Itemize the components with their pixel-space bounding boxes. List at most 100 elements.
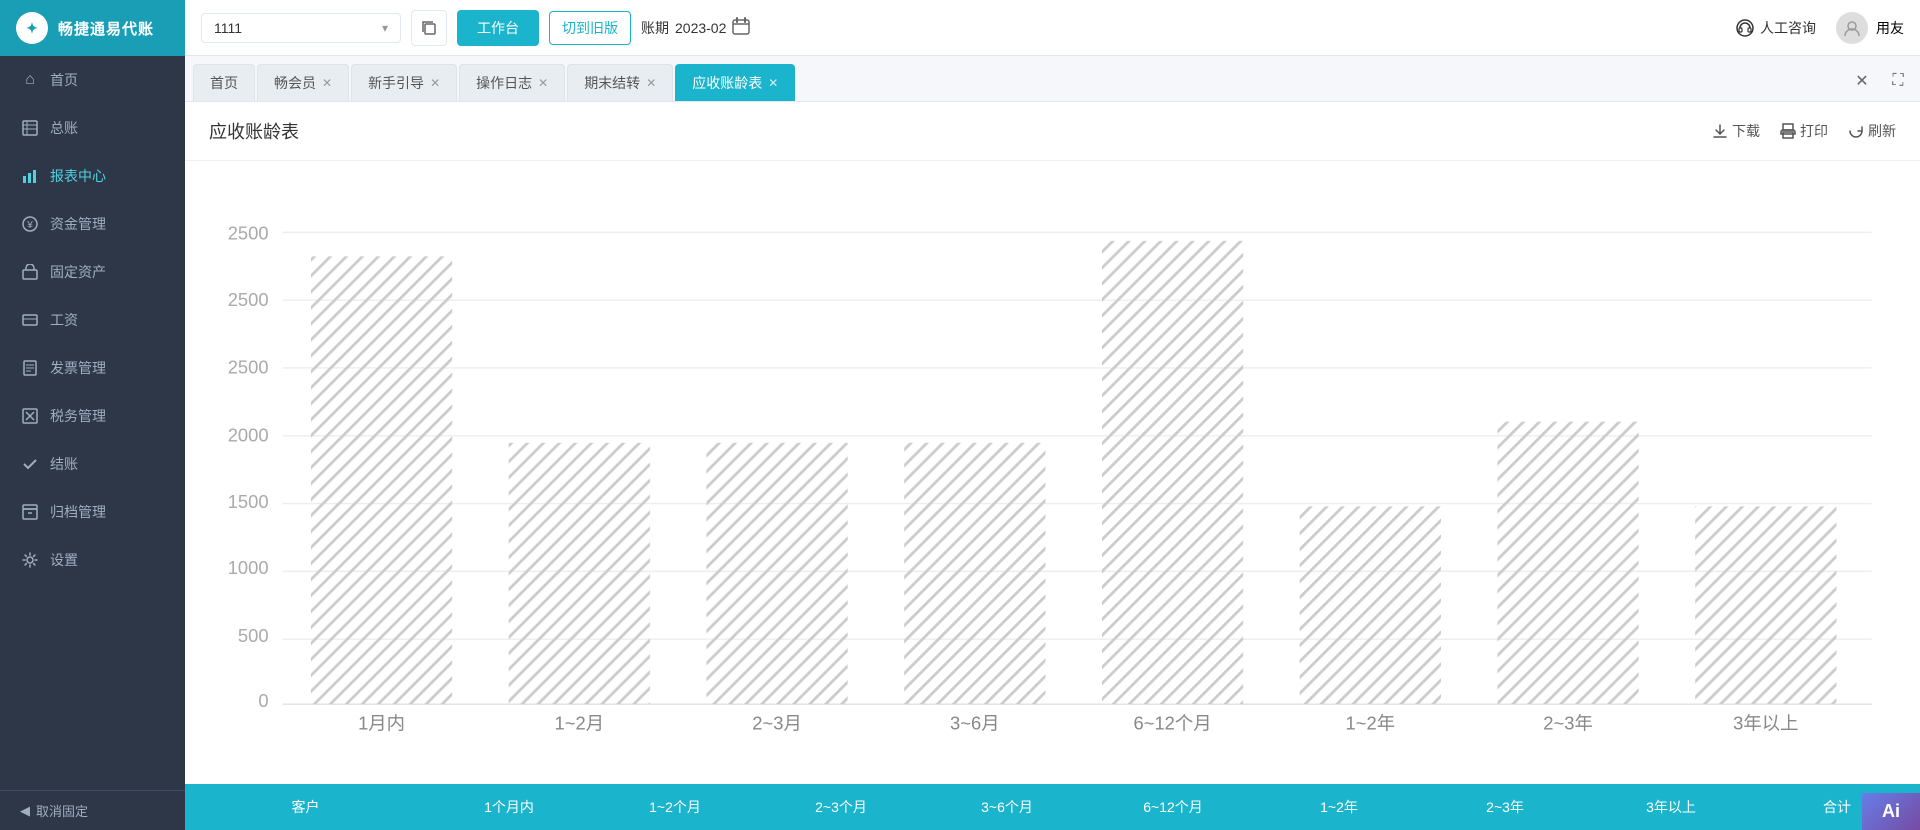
svg-text:1500: 1500 — [228, 491, 269, 512]
nav-label-ledger: 总账 — [50, 118, 78, 138]
download-icon — [1712, 123, 1728, 139]
tab-close-oplog[interactable]: ✕ — [538, 77, 548, 89]
consult-button[interactable]: 人工咨询 — [1736, 18, 1816, 38]
tab-home[interactable]: 首页 — [193, 64, 255, 101]
cancel-fixed-btn[interactable]: ◀ 取消固定 — [0, 790, 185, 830]
tab-label-member: 畅会员 — [274, 73, 316, 93]
bar-1-2月 — [509, 443, 650, 704]
sidebar-item-salary[interactable]: 工资 — [0, 296, 185, 344]
copy-icon — [421, 20, 437, 36]
print-button[interactable]: 打印 — [1780, 121, 1828, 141]
bar-chart: 2500 2500 2500 2000 1500 1000 500 0 — [205, 171, 1900, 774]
logo-area: ✦ 畅捷通易代账 — [0, 0, 185, 56]
nav-label-tax: 税务管理 — [50, 406, 106, 426]
ledger-icon — [20, 118, 40, 138]
table-header: 客户 1个月内 1~2个月 2~3个月 3~6个月 6~12个月 1~2年 2~… — [185, 784, 1920, 830]
topbar-right: 人工咨询 用友 — [1736, 12, 1904, 44]
reports-icon — [20, 166, 40, 186]
tab-oplog[interactable]: 操作日志 ✕ — [459, 64, 565, 101]
tab-close-member[interactable]: ✕ — [322, 77, 332, 89]
svg-text:2~3年: 2~3年 — [1543, 713, 1593, 734]
sidebar-item-invoice[interactable]: 发票管理 — [0, 344, 185, 392]
sidebar-nav: ⌂ 首页 总账 报表中心 ¥ 资金管理 固定资产 — [0, 56, 185, 790]
bar-1-2年 — [1300, 506, 1441, 704]
logo-text: 畅捷通易代账 — [58, 18, 154, 39]
svg-text:2~3月: 2~3月 — [752, 713, 802, 734]
download-button[interactable]: 下载 — [1712, 121, 1760, 141]
user-menu[interactable]: 用友 — [1836, 12, 1904, 44]
tab-ar-aging[interactable]: 应收账龄表 ✕ — [675, 64, 795, 101]
tab-label-guide: 新手引导 — [368, 73, 424, 93]
sidebar-item-fund[interactable]: ¥ 资金管理 — [0, 200, 185, 248]
nav-label-settings: 设置 — [50, 550, 78, 570]
svg-text:1~2月: 1~2月 — [555, 713, 605, 734]
print-label: 打印 — [1800, 121, 1828, 141]
col-1-2year: 1~2年 — [1256, 797, 1422, 817]
close-all-tabs-button[interactable]: ✕ — [1848, 67, 1876, 95]
refresh-icon — [1848, 123, 1864, 139]
sidebar-item-home[interactable]: ⌂ 首页 — [0, 56, 185, 104]
nav-label-home: 首页 — [50, 70, 78, 90]
col-customer: 客户 — [185, 797, 426, 817]
calendar-icon[interactable] — [732, 17, 750, 38]
tab-bar: 首页 畅会员 ✕ 新手引导 ✕ 操作日志 ✕ 期末结转 ✕ 应收账龄表 ✕ ✕ … — [185, 56, 1920, 102]
ai-badge[interactable]: Ai — [1862, 793, 1920, 830]
tab-member[interactable]: 畅会员 ✕ — [257, 64, 349, 101]
refresh-button[interactable]: 刷新 — [1848, 121, 1896, 141]
main-area: 1111 ▾ 工作台 切到旧版 账期 2023-02 人工咨询 — [185, 0, 1920, 830]
svg-text:1000: 1000 — [228, 557, 269, 578]
bar-2-3月 — [706, 443, 847, 704]
download-label: 下载 — [1732, 121, 1760, 141]
tab-close-ar-aging[interactable]: ✕ — [768, 77, 778, 89]
tab-label-oplog: 操作日志 — [476, 73, 532, 93]
svg-text:6~12个月: 6~12个月 — [1134, 713, 1212, 734]
chart-container: 2500 2500 2500 2000 1500 1000 500 0 — [185, 161, 1920, 784]
period-label: 账期 — [641, 18, 669, 38]
avatar — [1836, 12, 1868, 44]
nav-label-fund: 资金管理 — [50, 214, 106, 234]
company-select[interactable]: 1111 ▾ — [201, 13, 401, 43]
checkout-icon — [20, 454, 40, 474]
col-3plus-year: 3年以上 — [1588, 797, 1754, 817]
maximize-button[interactable]: ⛶ — [1884, 67, 1912, 95]
tab-close-period-end[interactable]: ✕ — [646, 77, 656, 89]
sidebar-item-general-ledger[interactable]: 总账 — [0, 104, 185, 152]
sidebar-item-tax[interactable]: 税务管理 — [0, 392, 185, 440]
tab-label-home: 首页 — [210, 73, 238, 93]
tab-label-period-end: 期末结转 — [584, 73, 640, 93]
tab-period-end[interactable]: 期末结转 ✕ — [567, 64, 673, 101]
header-actions: 下载 打印 刷新 — [1712, 121, 1896, 141]
sidebar-item-archive[interactable]: 归档管理 — [0, 488, 185, 536]
fixed-assets-icon — [20, 262, 40, 282]
col-6-12month: 6~12个月 — [1090, 797, 1256, 817]
bar-3-6月 — [904, 443, 1045, 704]
svg-text:¥: ¥ — [26, 220, 33, 231]
svg-text:2500: 2500 — [228, 357, 269, 378]
sidebar-item-reports[interactable]: 报表中心 — [0, 152, 185, 200]
tab-bar-actions: ✕ ⛶ — [1848, 67, 1912, 101]
svg-text:500: 500 — [238, 625, 269, 646]
home-icon: ⌂ — [20, 70, 40, 90]
workbench-button[interactable]: 工作台 — [457, 10, 539, 46]
svg-text:2500: 2500 — [228, 289, 269, 310]
nav-label-invoice: 发票管理 — [50, 358, 106, 378]
svg-text:0: 0 — [258, 690, 268, 711]
sidebar-item-fixed-assets[interactable]: 固定资产 — [0, 248, 185, 296]
refresh-label: 刷新 — [1868, 121, 1896, 141]
switch-version-button[interactable]: 切到旧版 — [549, 11, 631, 45]
tab-close-guide[interactable]: ✕ — [430, 77, 440, 89]
sidebar-item-checkout[interactable]: 结账 — [0, 440, 185, 488]
invoice-icon — [20, 358, 40, 378]
sidebar-item-settings[interactable]: 设置 — [0, 536, 185, 584]
nav-label-archive: 归档管理 — [50, 502, 106, 522]
content-area: 应收账龄表 下载 打印 刷新 2 — [185, 102, 1920, 830]
col-1month: 1个月内 — [426, 797, 592, 817]
tab-label-ar-aging: 应收账龄表 — [692, 73, 762, 93]
copy-button[interactable] — [411, 10, 447, 46]
svg-text:3年以上: 3年以上 — [1733, 713, 1798, 734]
col-2-3year: 2~3年 — [1422, 797, 1588, 817]
topbar: 1111 ▾ 工作台 切到旧版 账期 2023-02 人工咨询 — [185, 0, 1920, 56]
fund-icon: ¥ — [20, 214, 40, 234]
tab-guide[interactable]: 新手引导 ✕ — [351, 64, 457, 101]
nav-label-salary: 工资 — [50, 310, 78, 330]
